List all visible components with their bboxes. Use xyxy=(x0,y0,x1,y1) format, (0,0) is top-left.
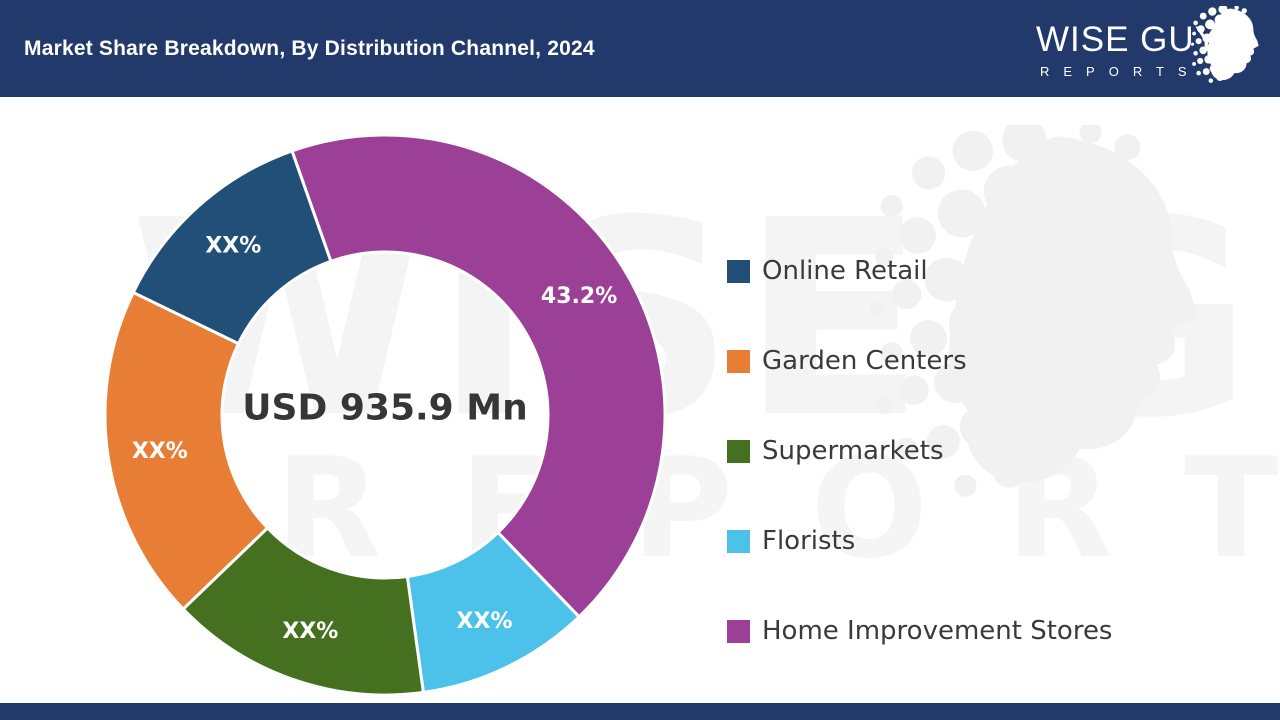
legend-label-florists: Florists xyxy=(762,526,856,556)
donut-center-value: USD 935.9 Mn xyxy=(242,388,527,429)
legend-item-supermarkets: Supermarkets xyxy=(727,436,1112,466)
wise-guy-reports-logo: WISE GUY REPORTS xyxy=(1030,4,1266,94)
slice-label-online-retail: XX% xyxy=(205,234,261,259)
legend-item-garden-centers: Garden Centers xyxy=(727,346,1112,376)
legend-item-home-improvement-stores: Home Improvement Stores xyxy=(727,616,1112,646)
slice-label-garden-centers: XX% xyxy=(132,439,188,464)
legend-swatch-garden-centers xyxy=(727,349,750,373)
donut-slice-home-improvement-stores xyxy=(290,133,667,619)
footer-bar xyxy=(0,703,1280,720)
page-title: Market Share Breakdown, By Distribution … xyxy=(24,36,595,60)
legend-swatch-online-retail xyxy=(727,259,750,283)
legend-swatch-supermarkets xyxy=(727,439,750,463)
legend-label-supermarkets: Supermarkets xyxy=(762,436,944,466)
report-page: WISE GUY REPORTS 43.2% XX% XX% XX% XX% USD 93… xyxy=(0,0,1280,720)
legend-item-online-retail: Online Retail xyxy=(727,256,1112,286)
legend-swatch-home-improvement-stores xyxy=(727,619,750,643)
slice-label-supermarkets: XX% xyxy=(282,619,338,644)
legend-label-online-retail: Online Retail xyxy=(762,256,928,286)
slice-label-florists: XX% xyxy=(457,609,513,634)
logo-reports-text: REPORTS xyxy=(1040,64,1201,79)
header-bar: Market Share Breakdown, By Distribution … xyxy=(0,0,1280,97)
legend-label-home-improvement-stores: Home Improvement Stores xyxy=(762,616,1113,646)
logo-face-icon xyxy=(1191,6,1259,83)
legend-swatch-florists xyxy=(727,529,750,553)
legend-label-garden-centers: Garden Centers xyxy=(762,346,967,376)
slice-label-home-improvement-stores: 43.2% xyxy=(541,284,617,309)
chart-legend: Online Retail Garden Centers Supermarkets F… xyxy=(727,256,1112,646)
legend-item-florists: Florists xyxy=(727,526,1112,556)
